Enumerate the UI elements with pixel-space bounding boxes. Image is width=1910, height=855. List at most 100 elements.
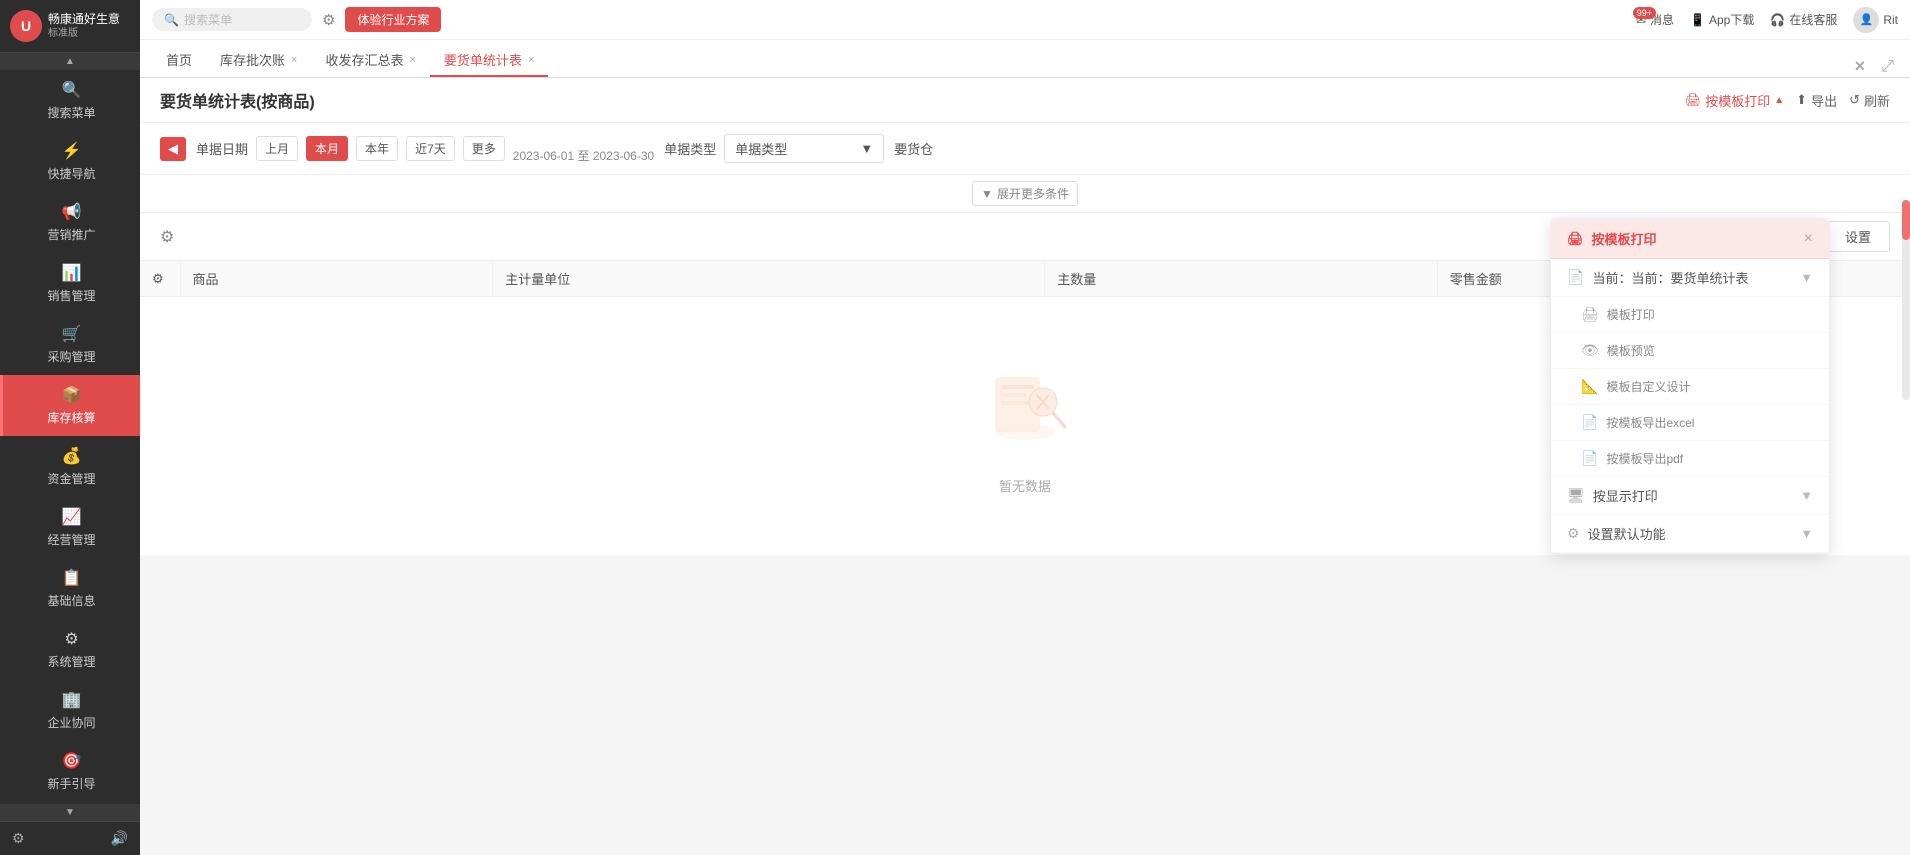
tabbar: 首页 库存批次账 × 收发存汇总表 × 要货单统计表 × × ⤢ <box>140 40 1910 78</box>
date-this-year-btn[interactable]: 本年 <box>356 136 398 161</box>
template-print-item[interactable]: 🖨 模板打印 <box>1551 297 1829 333</box>
user-avatar-btn[interactable]: 👤 Rit <box>1853 7 1898 33</box>
sidebar-item-guide[interactable]: 🎯 新手引导 <box>0 741 140 802</box>
date-this-month-btn[interactable]: 本月 <box>306 136 348 161</box>
app-download-label: App下载 <box>1709 11 1754 28</box>
topbar-gear-icon[interactable]: ⚙ <box>322 11 335 29</box>
online-service-label: 在线客服 <box>1789 11 1837 28</box>
warehouse-filter-section: 要货仓 <box>894 139 933 158</box>
basic-info-icon: 📋 <box>62 568 82 588</box>
system-icon: ⚙ <box>64 629 78 649</box>
sidebar-item-label: 企业协同 <box>47 714 95 731</box>
template-export-excel-item[interactable]: 📄 按模板导出excel <box>1551 405 1829 441</box>
tab-receipts[interactable]: 收发存汇总表 × <box>311 44 429 77</box>
finance-icon: 💰 <box>62 446 82 466</box>
date-range-display: 2023-06-01 至 2023-06-30 <box>513 133 654 164</box>
print-template-label: 按模板打印 <box>1705 91 1770 110</box>
order-type-dropdown[interactable]: 单据类型 ▼ <box>724 134 884 163</box>
main-content: 🔍 搜索菜单 ⚙ 体验行业方案 ✉ 99+ 消息 📱 App下载 🎧 在线客服 <box>140 0 1910 855</box>
sidebar-item-marketing[interactable]: 📢 营销推广 <box>0 192 140 253</box>
enterprise-icon: 🏢 <box>62 690 82 710</box>
sidebar-scroll-up[interactable]: ▲ <box>0 53 140 70</box>
print-menu-close-btn[interactable]: × <box>1804 230 1813 248</box>
display-print-item[interactable]: 🖥 按显示打印 ▼ <box>1551 477 1829 515</box>
refresh-icon: ↺ <box>1849 92 1860 108</box>
sound-footer-icon[interactable]: 🔊 <box>111 830 128 847</box>
collapse-filter-btn[interactable]: ◀ <box>160 137 186 161</box>
export-btn[interactable]: ⬆ 导出 <box>1796 91 1837 110</box>
export-label: 导出 <box>1811 91 1837 110</box>
topbar-search-placeholder: 搜索菜单 <box>184 11 232 28</box>
gear-settings-icon[interactable]: ⚙ <box>160 227 174 247</box>
expand-icon: ▼ <box>981 187 993 201</box>
current-template-value: 当前：要货单统计表 <box>1631 268 1748 287</box>
app-download-btn[interactable]: 📱 App下载 <box>1690 11 1754 28</box>
tab-order-stats[interactable]: 要货单统计表 × <box>430 44 548 77</box>
sidebar-footer: ⚙ 🔊 <box>0 821 140 855</box>
template-preview-icon: 👁 <box>1581 342 1599 359</box>
sidebar-scroll-down[interactable]: ▼ <box>0 804 140 821</box>
current-template-icon: 📄 <box>1567 269 1584 286</box>
expand-conditions-btn[interactable]: ▼ 展开更多条件 <box>972 181 1078 206</box>
tab-receipts-close[interactable]: × <box>409 54 415 66</box>
date-last-month-btn[interactable]: 上月 <box>256 136 298 161</box>
select-all-icon[interactable]: ⚙ <box>152 271 164 286</box>
tab-batch-close[interactable]: × <box>291 54 297 66</box>
right-scrollbar[interactable] <box>1902 200 1910 400</box>
sidebar-item-enterprise[interactable]: 🏢 企业协同 <box>0 680 140 741</box>
messages-btn[interactable]: ✉ 99+ 消息 <box>1636 11 1674 28</box>
col-checkbox: ⚙ <box>140 261 180 297</box>
page-title: 要货单统计表(按商品) <box>160 88 315 112</box>
printer-menu-icon: 🖨 <box>1567 231 1584 247</box>
print-dropdown-arrow: ▲ <box>1774 95 1784 106</box>
refresh-btn[interactable]: ↺ 刷新 <box>1849 91 1890 110</box>
default-func-arrow: ▼ <box>1800 526 1813 541</box>
date-last-7-days-btn[interactable]: 近7天 <box>406 136 455 161</box>
topbar-search[interactable]: 🔍 搜索菜单 <box>152 8 312 31</box>
template-export-pdf-item[interactable]: 📄 按模板导出pdf <box>1551 441 1829 477</box>
template-preview-item[interactable]: 👁 模板预览 <box>1551 333 1829 369</box>
template-custom-icon: 📐 <box>1581 378 1598 395</box>
date-range-text: 2023-06-01 至 2023-06-30 <box>513 149 654 163</box>
sidebar-item-search[interactable]: 🔍 搜索菜单 <box>0 70 140 131</box>
print-template-btn[interactable]: 🖨 按模板打印 ▲ <box>1685 91 1784 110</box>
print-dropdown-title: 🖨 按模板打印 <box>1567 229 1657 248</box>
tab-batch[interactable]: 库存批次账 × <box>206 44 311 77</box>
settings-footer-icon[interactable]: ⚙ <box>12 830 25 847</box>
sidebar-item-label: 采购管理 <box>47 348 95 365</box>
export-icon: ⬆ <box>1796 92 1807 108</box>
printer-icon: 🖨 <box>1685 92 1702 108</box>
print-current-template-item[interactable]: 📄 当前： 当前：要货单统计表 ▼ <box>1551 259 1829 297</box>
search-icon: 🔍 <box>62 80 82 100</box>
template-custom-item[interactable]: 📐 模板自定义设计 <box>1551 369 1829 405</box>
page-header: 要货单统计表(按商品) 🖨 按模板打印 ▲ ⬆ 导出 ↺ 刷新 <box>140 78 1910 123</box>
date-more-btn[interactable]: 更多 <box>463 136 505 161</box>
topbar: 🔍 搜索菜单 ⚙ 体验行业方案 ✉ 99+ 消息 📱 App下载 🎧 在线客服 <box>140 0 1910 40</box>
tab-home[interactable]: 首页 <box>152 44 206 77</box>
close-all-tabs-btn[interactable]: × <box>1847 56 1874 77</box>
sidebar-item-basic-info[interactable]: 📋 基础信息 <box>0 558 140 619</box>
sidebar-item-quick-nav[interactable]: ⚡ 快捷导航 <box>0 131 140 192</box>
sidebar-item-purchase[interactable]: 🛒 采购管理 <box>0 314 140 375</box>
expand-conditions-bar: ▼ 展开更多条件 <box>140 175 1910 213</box>
scrollbar-thumb <box>1902 200 1910 240</box>
template-print-icon: 🖨 <box>1581 306 1599 323</box>
trial-btn[interactable]: 体验行业方案 <box>345 7 441 32</box>
order-type-placeholder: 单据类型 <box>735 139 787 158</box>
sidebar-item-system[interactable]: ⚙ 系统管理 <box>0 619 140 680</box>
default-func-item[interactable]: ⚙ 设置默认功能 ▼ <box>1551 515 1829 553</box>
maximize-tab-btn[interactable]: ⤢ <box>1877 58 1898 76</box>
col-quantity: 主数量 <box>1045 261 1438 297</box>
sidebar-item-finance[interactable]: 💰 资金管理 <box>0 436 140 497</box>
sidebar-item-inventory[interactable]: 📦 库存核算 <box>0 375 140 436</box>
sidebar-item-operations[interactable]: 📈 经营管理 <box>0 497 140 558</box>
online-service-btn[interactable]: 🎧 在线客服 <box>1770 11 1837 28</box>
settings-col-btn[interactable]: 设置 <box>1826 221 1890 252</box>
tab-order-stats-close[interactable]: × <box>528 54 534 66</box>
order-type-filter-section: 单据类型 单据类型 ▼ <box>664 134 884 163</box>
date-filter-label: 单据日期 <box>196 139 248 158</box>
template-print-label: 模板打印 <box>1607 306 1655 323</box>
chevron-down-icon: ▼ <box>860 141 873 156</box>
sidebar-item-label: 资金管理 <box>47 470 95 487</box>
sidebar-item-sales[interactable]: 📊 销售管理 <box>0 253 140 314</box>
